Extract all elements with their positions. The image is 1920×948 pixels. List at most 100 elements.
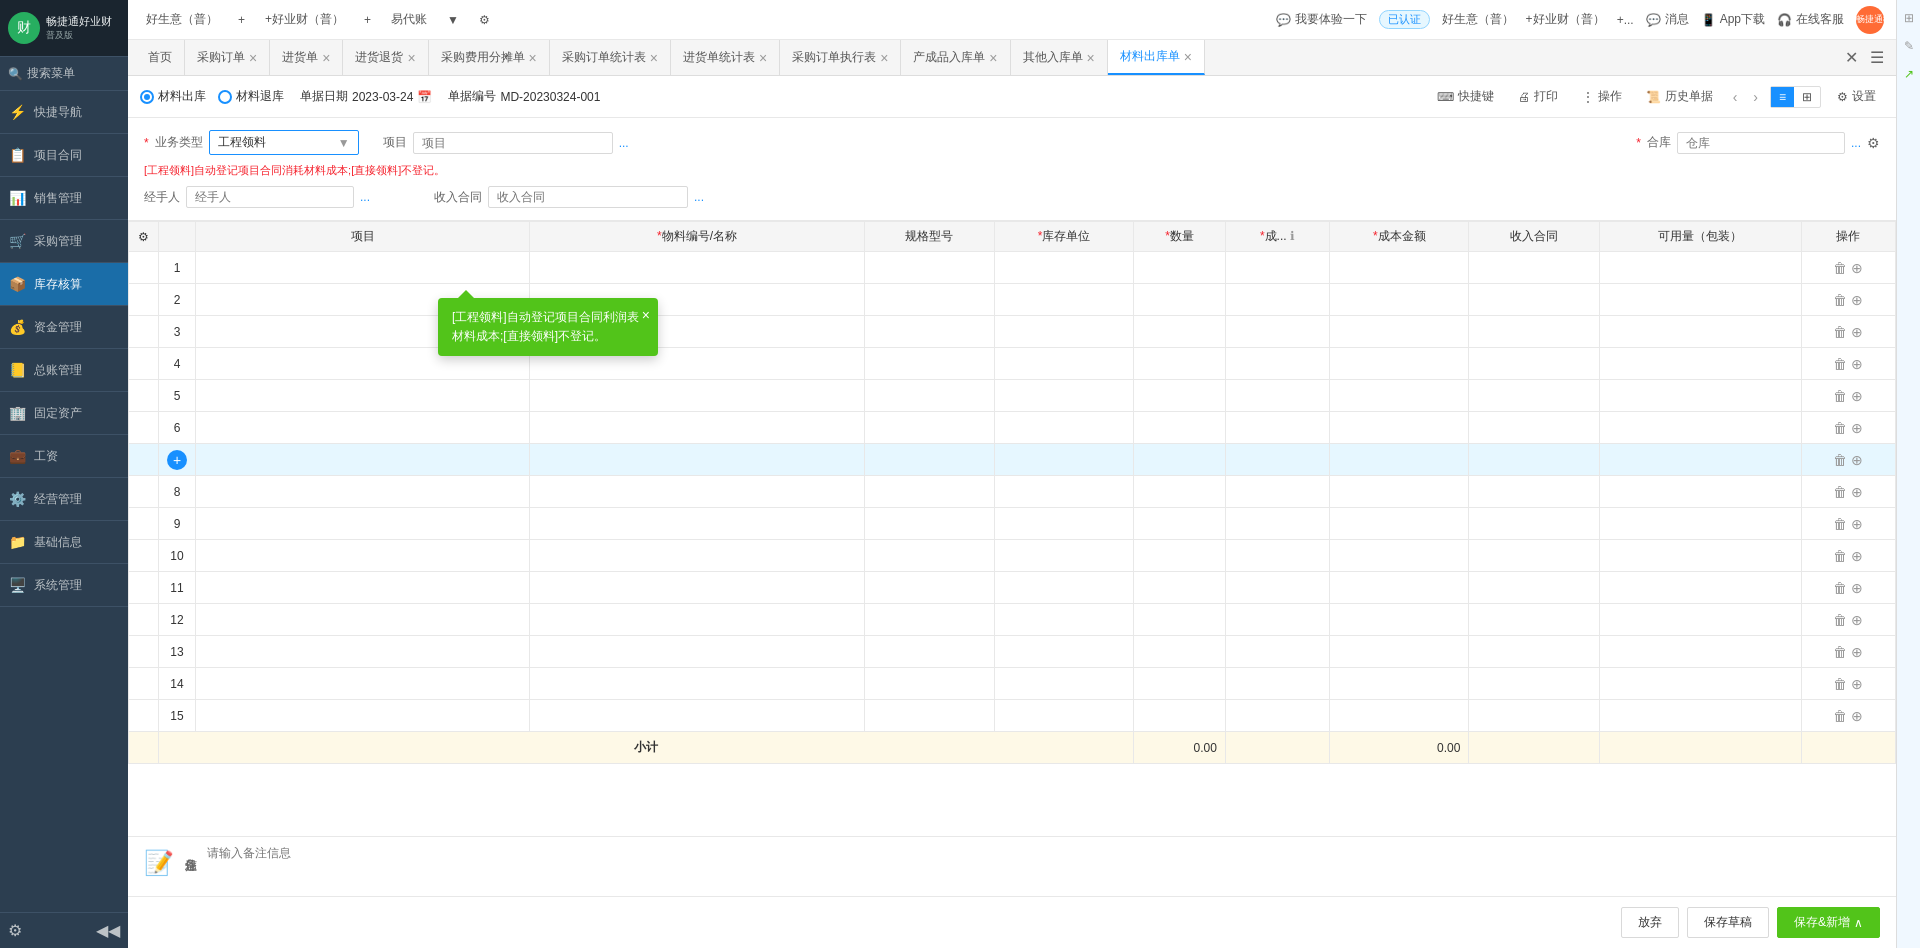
sidebar-item-quick-nav[interactable]: ⚡ 快捷导航 (0, 91, 128, 134)
row-14-spec[interactable] (864, 668, 994, 700)
row-5-material[interactable] (530, 380, 864, 412)
row-14-project[interactable] (196, 668, 530, 700)
row-7-income-contract[interactable] (1469, 444, 1599, 476)
row-11-spec[interactable] (864, 572, 994, 604)
row-12-cost-price[interactable] (1225, 604, 1329, 636)
radio-material-out[interactable]: 材料出库 (140, 88, 206, 105)
top-nav-haoshengyi[interactable]: 好生意（普） (140, 11, 224, 28)
tab-more[interactable]: ☰ (1866, 44, 1888, 71)
row-10-cost-amount[interactable] (1329, 540, 1469, 572)
row-8-spec[interactable] (864, 476, 994, 508)
tab-purchase-expense[interactable]: 采购费用分摊单 × (429, 40, 550, 75)
row-7-project[interactable] (196, 444, 530, 476)
row-12-material[interactable] (530, 604, 864, 636)
row-6-cost-amount[interactable] (1329, 412, 1469, 444)
row-2-cost-amount[interactable] (1329, 284, 1469, 316)
tab-stock-stat[interactable]: 进货单统计表 × (671, 40, 780, 75)
row-15-available-qty[interactable] (1599, 700, 1801, 732)
settings-button-form[interactable]: ⚙ 设置 (1829, 84, 1884, 109)
row-14-qty[interactable] (1134, 668, 1225, 700)
sidebar-item-finance[interactable]: 💰 资金管理 (0, 306, 128, 349)
row-2-spec[interactable] (864, 284, 994, 316)
row-8-material[interactable] (530, 476, 864, 508)
row-delete-14[interactable]: 🗑 (1833, 676, 1847, 692)
row-6-qty[interactable] (1134, 412, 1225, 444)
tab-other-in[interactable]: 其他入库单 × (1011, 40, 1108, 75)
haoshengyi2-link[interactable]: 好生意（普） (1442, 11, 1514, 28)
row-15-spec[interactable] (864, 700, 994, 732)
row-copy-2[interactable]: ⊕ (1851, 292, 1863, 308)
form-view-button[interactable]: ⊞ (1794, 87, 1820, 107)
row-6-unit[interactable] (994, 412, 1134, 444)
remarks-input[interactable] (207, 845, 1880, 885)
tab-close-stock-return[interactable]: × (407, 50, 415, 66)
tab-material-out[interactable]: 材料出库单 × (1108, 40, 1205, 75)
row-5-income-contract[interactable] (1469, 380, 1599, 412)
row-15-income-contract[interactable] (1469, 700, 1599, 732)
row-4-spec[interactable] (864, 348, 994, 380)
row-6-cost-price[interactable] (1225, 412, 1329, 444)
history-button[interactable]: 📜 历史单据 (1638, 84, 1721, 109)
row-9-cost-price[interactable] (1225, 508, 1329, 540)
row-11-qty[interactable] (1134, 572, 1225, 604)
row-copy-3[interactable]: ⊕ (1851, 324, 1863, 340)
row-3-spec[interactable] (864, 316, 994, 348)
row-13-cost-price[interactable] (1225, 636, 1329, 668)
row-8-available-qty[interactable] (1599, 476, 1801, 508)
top-nav-haoyecai[interactable]: +好业财（普） (259, 11, 350, 28)
handler-more[interactable]: ... (360, 190, 370, 204)
row-4-cost-price[interactable] (1225, 348, 1329, 380)
row-3-cost-price[interactable] (1225, 316, 1329, 348)
row-3-cost-amount[interactable] (1329, 316, 1469, 348)
row-7-cost-amount[interactable] (1329, 444, 1469, 476)
row-11-cost-price[interactable] (1225, 572, 1329, 604)
row-13-spec[interactable] (864, 636, 994, 668)
row-copy-14[interactable]: ⊕ (1851, 676, 1863, 692)
row-11-available-qty[interactable] (1599, 572, 1801, 604)
row-12-spec[interactable] (864, 604, 994, 636)
row-8-cost-amount[interactable] (1329, 476, 1469, 508)
settings-button[interactable]: ⚙ (8, 921, 22, 940)
row-5-available-qty[interactable] (1599, 380, 1801, 412)
row-13-cost-amount[interactable] (1329, 636, 1469, 668)
row-2-unit[interactable] (994, 284, 1134, 316)
warehouse-more[interactable]: ... (1851, 136, 1861, 150)
row-1-project[interactable] (196, 252, 530, 284)
row-9-cost-amount[interactable] (1329, 508, 1469, 540)
row-9-income-contract[interactable] (1469, 508, 1599, 540)
row-3-unit[interactable] (994, 316, 1134, 348)
row-copy-7[interactable]: ⊕ (1851, 452, 1863, 468)
row-10-unit[interactable] (994, 540, 1134, 572)
row-4-unit[interactable] (994, 348, 1134, 380)
certified-badge[interactable]: 已认证 (1379, 10, 1430, 29)
row-copy-5[interactable]: ⊕ (1851, 388, 1863, 404)
tab-close-stock-stat[interactable]: × (759, 50, 767, 66)
tab-close-stock-in[interactable]: × (322, 50, 330, 66)
tab-close-other-in[interactable]: × (1087, 50, 1095, 66)
row-9-available-qty[interactable] (1599, 508, 1801, 540)
row-9-spec[interactable] (864, 508, 994, 540)
sidebar-item-inventory[interactable]: 📦 库存核算 (0, 263, 128, 306)
row-5-unit[interactable] (994, 380, 1134, 412)
row-1-available-qty[interactable] (1599, 252, 1801, 284)
haoyecai2-link[interactable]: +好业财（普） (1526, 11, 1605, 28)
row-14-material[interactable] (530, 668, 864, 700)
experience-link[interactable]: 💬 我要体验一下 (1276, 11, 1367, 28)
discard-button[interactable]: 放弃 (1621, 907, 1679, 938)
row-7-material[interactable] (530, 444, 864, 476)
row-copy-6[interactable]: ⊕ (1851, 420, 1863, 436)
tab-purchase-exec[interactable]: 采购订单执行表 × (780, 40, 901, 75)
sidebar-item-project-contract[interactable]: 📋 项目合同 (0, 134, 128, 177)
sidebar-search[interactable]: 🔍 搜索菜单 (0, 57, 128, 91)
row-copy-8[interactable]: ⊕ (1851, 484, 1863, 500)
print-button[interactable]: 🖨 打印 (1510, 84, 1566, 109)
income-contract-input[interactable] (488, 186, 688, 208)
sidebar-item-ledger[interactable]: 📒 总账管理 (0, 349, 128, 392)
calendar-icon[interactable]: 📅 (417, 90, 432, 104)
online-service-link[interactable]: 🎧 在线客服 (1777, 11, 1844, 28)
tab-close-purchase-stat[interactable]: × (650, 50, 658, 66)
row-13-available-qty[interactable] (1599, 636, 1801, 668)
tab-close-all[interactable]: ✕ (1841, 44, 1862, 71)
user-avatar[interactable]: 畅捷通8号... (1856, 6, 1884, 34)
tooltip-close[interactable]: × (642, 304, 650, 326)
